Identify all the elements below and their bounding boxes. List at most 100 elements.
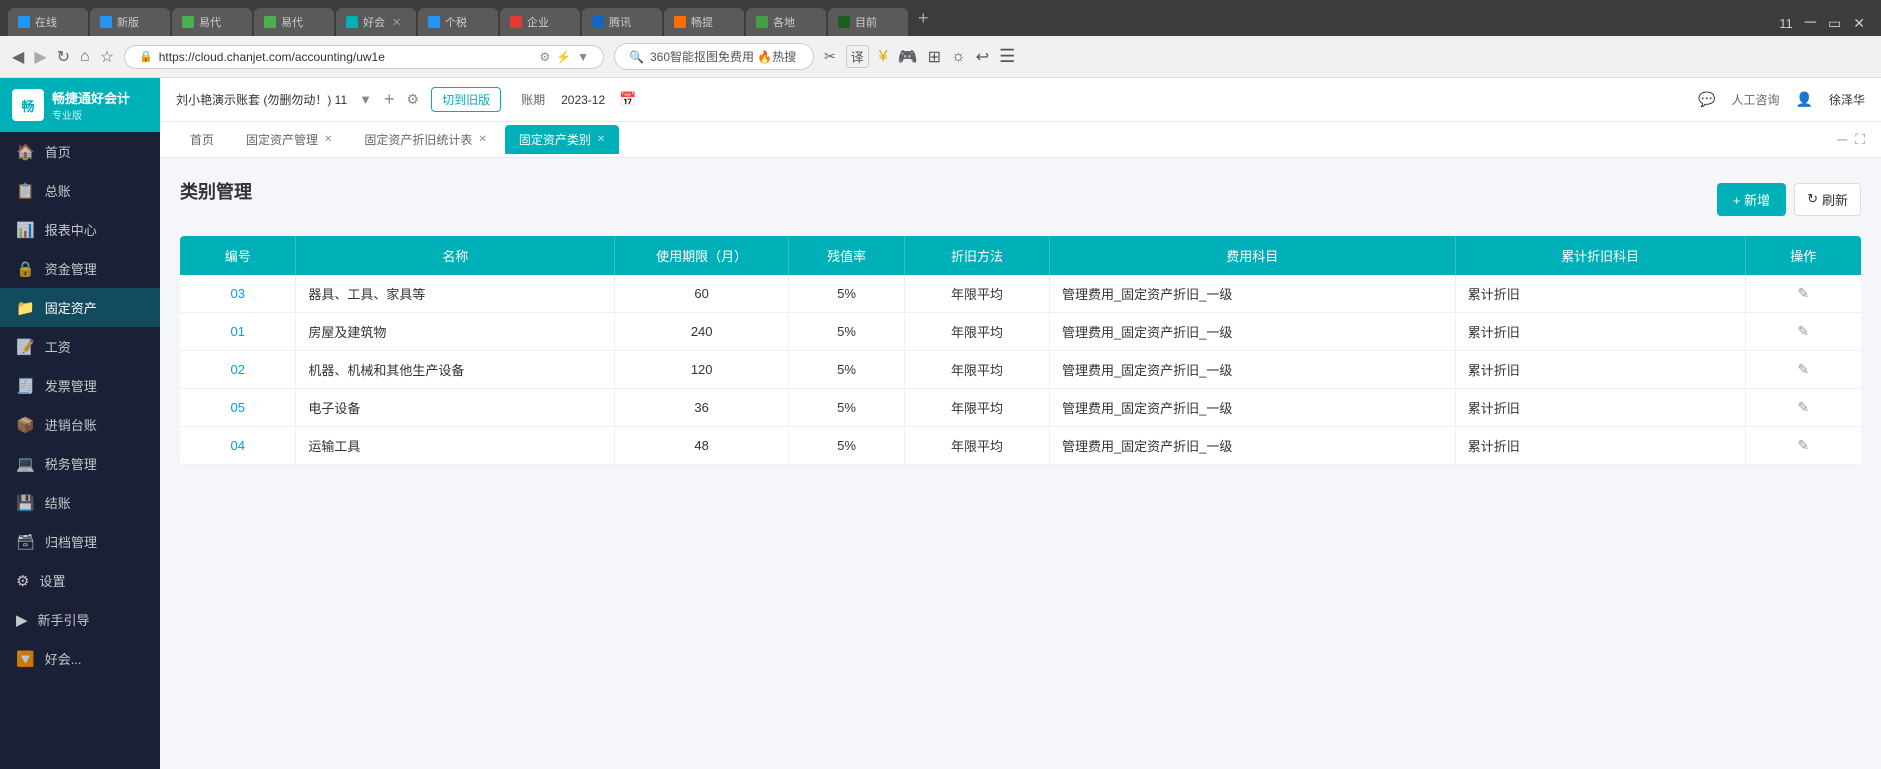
- grid-icon[interactable]: ⊞: [928, 47, 941, 67]
- brightness-icon[interactable]: ☼: [951, 48, 966, 66]
- cell-code: 01: [180, 313, 296, 351]
- payroll-icon: 📝: [16, 338, 35, 356]
- sidebar-header: 畅 畅捷通好会计 专业版: [0, 78, 160, 132]
- app-subtitle: 专业版: [52, 107, 130, 122]
- minimize-icon[interactable]: ─: [1805, 14, 1816, 32]
- add-button[interactable]: + 新增: [1717, 183, 1786, 216]
- back-button[interactable]: ◀: [12, 47, 24, 67]
- edit-icon[interactable]: ✎: [1797, 399, 1809, 415]
- tab-depreciation-close[interactable]: ✕: [478, 134, 486, 145]
- content-area: 类别管理 + 新增 ↻ 刷新 编号 名称 使用期限（月） 残值率: [160, 158, 1881, 769]
- browser-tab-6[interactable]: 个税: [418, 8, 498, 36]
- tab-minimize-icon[interactable]: ─: [1837, 131, 1847, 148]
- menu-icon[interactable]: ☰: [999, 46, 1015, 67]
- edit-icon[interactable]: ✎: [1797, 323, 1809, 339]
- wallet-icon[interactable]: ¥: [879, 48, 888, 66]
- settings-gear-icon[interactable]: ⚙: [407, 91, 420, 108]
- sidebar-item-invoice[interactable]: 🧾 发票管理: [0, 366, 160, 405]
- tab-add-button[interactable]: +: [910, 8, 937, 29]
- tab-fixed-mgmt-close[interactable]: ✕: [324, 134, 332, 145]
- tab-category-close[interactable]: ✕: [597, 134, 605, 145]
- funds-icon: 🔒: [16, 260, 35, 278]
- browser-tab-8[interactable]: 腾讯: [582, 8, 662, 36]
- sidebar-item-payroll[interactable]: 📝 工资: [0, 327, 160, 366]
- search-icon: 🔍: [629, 50, 644, 64]
- dropdown-arrow[interactable]: ▼: [359, 92, 372, 107]
- sidebar-item-purchase-sales[interactable]: 📦 进销台账: [0, 405, 160, 444]
- sidebar-item-tax[interactable]: 💻 税务管理: [0, 444, 160, 483]
- cell-code: 04: [180, 427, 296, 465]
- invoice-icon: 🧾: [16, 377, 35, 395]
- cell-depreciation-method: 年限平均: [905, 275, 1050, 313]
- browser-tab-3[interactable]: 易代: [172, 8, 252, 36]
- calendar-icon[interactable]: 📅: [619, 91, 636, 108]
- cell-action[interactable]: ✎: [1745, 427, 1861, 465]
- cell-action[interactable]: ✎: [1745, 313, 1861, 351]
- sidebar-item-reports[interactable]: 📊 报表中心: [0, 210, 160, 249]
- dropdown-icon[interactable]: ▼: [577, 50, 589, 64]
- cell-period: 48: [615, 427, 789, 465]
- cell-action[interactable]: ✎: [1745, 275, 1861, 313]
- add-account-button[interactable]: +: [384, 89, 395, 110]
- cut-icon[interactable]: ✂: [824, 48, 836, 65]
- home-icon: 🏠: [16, 143, 35, 161]
- col-depreciation-method: 折旧方法: [905, 236, 1050, 275]
- cell-action[interactable]: ✎: [1745, 389, 1861, 427]
- tab-category[interactable]: 固定资产类别 ✕: [505, 125, 619, 154]
- col-code: 编号: [180, 236, 296, 275]
- table-row: 03 器具、工具、家具等 60 5% 年限平均 管理费用_固定资产折旧_一级 累…: [180, 275, 1861, 313]
- sidebar-item-ledger[interactable]: 📋 总账: [0, 171, 160, 210]
- browser-tab-9[interactable]: 畅提: [664, 8, 744, 36]
- tab-window-controls: ─ ⛶: [1837, 131, 1865, 148]
- browser-tab-4[interactable]: 易代: [254, 8, 334, 36]
- sidebar-item-home[interactable]: 🏠 首页: [0, 132, 160, 171]
- cell-residual-rate: 5%: [789, 275, 905, 313]
- tab-close-icon[interactable]: ✕: [392, 16, 401, 29]
- browser-tab-5[interactable]: 好会 ✕: [336, 8, 416, 36]
- address-input-wrapper[interactable]: 🔒 https://cloud.chanjet.com/accounting/u…: [124, 45, 604, 69]
- purchase-sales-icon: 📦: [16, 416, 35, 434]
- tab-home[interactable]: 首页: [176, 125, 228, 154]
- home-button[interactable]: ⌂: [80, 48, 90, 66]
- consult-label[interactable]: 人工咨询: [1732, 91, 1780, 108]
- sidebar: 畅 畅捷通好会计 专业版 🏠 首页 📋 总账 📊 报表中心 🔒 资金管理 📁 固…: [0, 78, 160, 769]
- reload-button[interactable]: ↻: [57, 47, 70, 67]
- cell-accumulated-account: 累计折旧: [1455, 351, 1745, 389]
- tab-fixed-mgmt[interactable]: 固定资产管理 ✕: [232, 125, 346, 154]
- tab-depreciation[interactable]: 固定资产折旧统计表 ✕: [350, 125, 500, 154]
- edit-icon[interactable]: ✎: [1797, 437, 1809, 453]
- sidebar-item-more[interactable]: 🔽 好会...: [0, 639, 160, 678]
- bookmark-button[interactable]: ☆: [100, 47, 114, 67]
- translate-icon[interactable]: 译: [846, 45, 869, 68]
- sidebar-item-archive[interactable]: 🗃 归档管理: [0, 522, 160, 561]
- sidebar-item-settings[interactable]: ⚙ 设置: [0, 561, 160, 600]
- cell-action[interactable]: ✎: [1745, 351, 1861, 389]
- browser-tab-11[interactable]: 目前: [828, 8, 908, 36]
- close-icon[interactable]: ✕: [1853, 15, 1865, 32]
- browser-tab-10[interactable]: 各地: [746, 8, 826, 36]
- refresh-icon: ↻: [1807, 191, 1818, 207]
- restore-icon[interactable]: ▭: [1828, 15, 1841, 32]
- switch-to-old-btn[interactable]: 切到旧版: [431, 87, 501, 112]
- forward-button[interactable]: ▶: [34, 47, 46, 67]
- sidebar-item-funds[interactable]: 🔒 资金管理: [0, 249, 160, 288]
- tab-expand-icon[interactable]: ⛶: [1855, 131, 1865, 148]
- company-name: 刘小艳演示账套 (勿删勿动！) 11: [176, 91, 347, 108]
- browser-tab-7[interactable]: 企业: [500, 8, 580, 36]
- category-table: 编号 名称 使用期限（月） 残值率 折旧方法 费用科目 累计折旧科目 操作 03…: [180, 236, 1861, 465]
- undo-icon[interactable]: ↩: [976, 47, 989, 67]
- browser-tab-2[interactable]: 新版: [90, 8, 170, 36]
- edit-icon[interactable]: ✎: [1797, 361, 1809, 377]
- sidebar-item-guide[interactable]: ▶ 新手引导: [0, 600, 160, 639]
- site-settings-icon[interactable]: ⚙: [539, 50, 550, 64]
- lightning-icon[interactable]: ⚡: [556, 50, 571, 64]
- edit-icon[interactable]: ✎: [1797, 285, 1809, 301]
- game-icon[interactable]: 🎮: [898, 47, 918, 67]
- refresh-button[interactable]: ↻ 刷新: [1794, 183, 1861, 216]
- browser-tab-1[interactable]: 在线: [8, 8, 88, 36]
- col-expense-account: 费用科目: [1049, 236, 1455, 275]
- sidebar-item-fixed-assets[interactable]: 📁 固定资产: [0, 288, 160, 327]
- cell-expense-account: 管理费用_固定资产折旧_一级: [1049, 351, 1455, 389]
- search-bar[interactable]: 🔍 360智能抠图免费用 🔥热搜: [614, 43, 814, 70]
- sidebar-item-checkout[interactable]: 💾 结账: [0, 483, 160, 522]
